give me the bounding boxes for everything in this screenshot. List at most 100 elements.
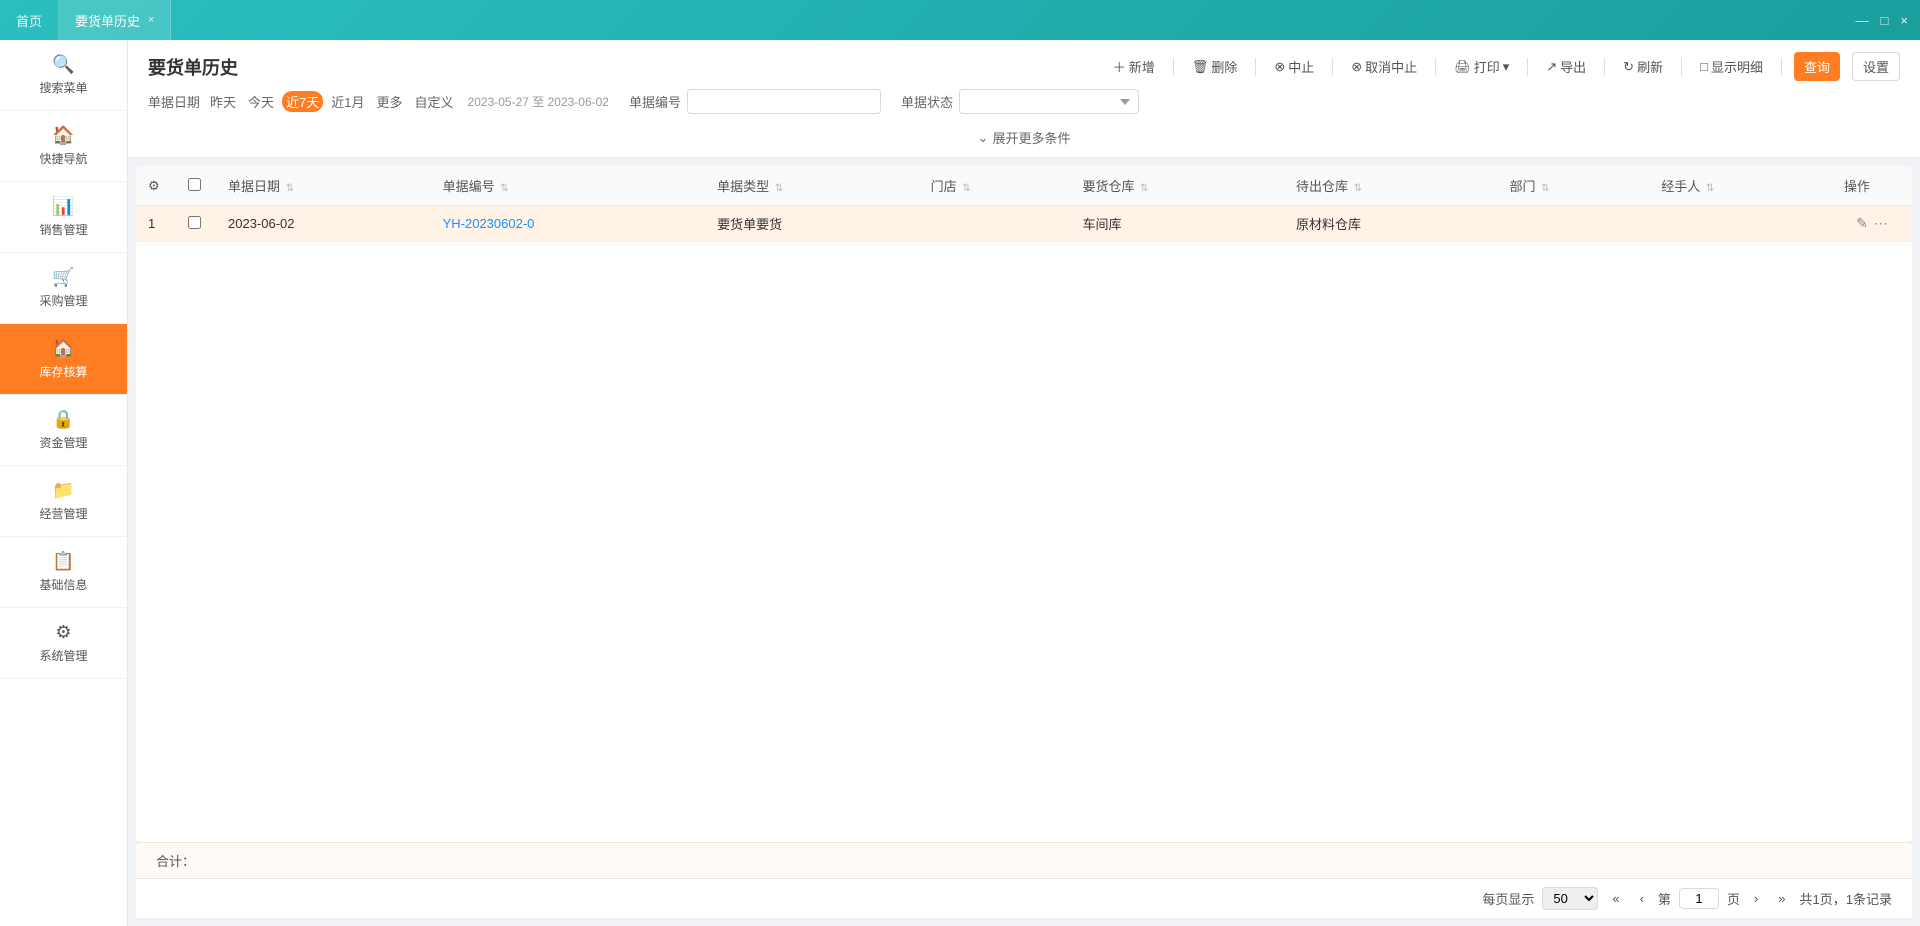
- inventory-icon: 🏠: [52, 338, 74, 359]
- column-number: 单据编号 ⇅: [431, 166, 706, 206]
- sidebar-item-sales-label: 销售管理: [39, 221, 87, 238]
- sidebar-item-search-menu[interactable]: 🔍 搜索菜单: [0, 40, 127, 111]
- sidebar-item-basic-info[interactable]: 📋 基础信息: [0, 537, 127, 608]
- page-size-select[interactable]: 50 100 200: [1542, 887, 1598, 910]
- sidebar-item-purchase[interactable]: 🛒 采购管理: [0, 253, 127, 324]
- show-detail-button[interactable]: □ 显示明细: [1694, 53, 1769, 80]
- row-store: [919, 206, 1071, 242]
- divider-2: [1255, 58, 1256, 76]
- first-page-btn[interactable]: «: [1606, 889, 1625, 908]
- tab-requisition-history[interactable]: 要货单历史 ×: [59, 0, 171, 40]
- window-minimize-btn[interactable]: —: [1856, 13, 1869, 28]
- search-menu-icon: 🔍: [52, 54, 74, 75]
- summary-label: 合计：: [156, 851, 195, 870]
- column-type: 单据类型 ⇅: [705, 166, 918, 206]
- last7days-shortcut[interactable]: 近7天: [282, 91, 323, 112]
- edit-action-icon[interactable]: ✎: [1856, 215, 1868, 232]
- sidebar-item-system[interactable]: ⚙ 系统管理: [0, 608, 127, 679]
- top-bar-tabs: 首页 要货单历史 ×: [0, 0, 1856, 40]
- prev-page-btn[interactable]: ‹: [1634, 889, 1650, 908]
- page-goto-label: 第: [1658, 889, 1671, 908]
- tab-requisition-history-label: 要货单历史: [75, 11, 140, 30]
- last-page-btn[interactable]: »: [1772, 889, 1791, 908]
- delete-label: 删除: [1211, 57, 1237, 76]
- date-filter-group: 单据日期 昨天 今天 近7天 近1月 更多 自定义 2023-05-27 至 2…: [148, 91, 609, 112]
- filter-area: 单据日期 昨天 今天 近7天 近1月 更多 自定义 2023-05-27 至 2…: [148, 89, 1900, 157]
- cancel-suspend-button[interactable]: ⊗ 取消中止: [1345, 53, 1423, 80]
- expand-more-btn[interactable]: ⌄ 展开更多条件: [148, 124, 1900, 157]
- tab-close-icon[interactable]: ×: [148, 14, 154, 26]
- window-maximize-btn[interactable]: □: [1881, 13, 1889, 28]
- sort-req-warehouse-icon[interactable]: ⇅: [1140, 183, 1148, 194]
- row-date: 2023-06-02: [216, 206, 431, 242]
- show-detail-checkbox: □: [1700, 59, 1708, 74]
- page-number-input[interactable]: [1679, 888, 1719, 909]
- page-title: 要货单历史: [148, 54, 238, 80]
- sidebar-item-quick-nav[interactable]: 🏠 快捷导航: [0, 111, 127, 182]
- sort-type-icon[interactable]: ⇅: [775, 183, 783, 194]
- sidebar-item-operations-label: 经营管理: [39, 505, 87, 522]
- sidebar-item-inventory[interactable]: 🏠 库存核算: [0, 324, 127, 395]
- export-label: 导出: [1560, 57, 1586, 76]
- more-shortcut[interactable]: 更多: [373, 91, 407, 112]
- page-header: 要货单历史 ＋ 新增 🗑 删除 ⊗ 中止: [128, 40, 1920, 158]
- tab-home[interactable]: 首页: [0, 0, 59, 40]
- sort-date-icon[interactable]: ⇅: [286, 183, 294, 194]
- new-label: 新增: [1129, 57, 1155, 76]
- divider-5: [1527, 58, 1528, 76]
- print-dropdown-icon: ▾: [1503, 59, 1510, 75]
- sort-store-icon[interactable]: ⇅: [962, 183, 970, 194]
- row-req-warehouse: 车间库: [1070, 206, 1283, 242]
- expand-more-label: 展开更多条件: [992, 128, 1070, 147]
- sort-number-icon[interactable]: ⇅: [500, 183, 508, 194]
- new-button[interactable]: ＋ 新增: [1107, 53, 1161, 80]
- refresh-button[interactable]: ↻ 刷新: [1617, 53, 1669, 80]
- column-checkbox: [176, 166, 216, 206]
- today-shortcut[interactable]: 今天: [244, 91, 278, 112]
- window-close-btn[interactable]: ×: [1900, 13, 1908, 28]
- next-page-btn[interactable]: ›: [1748, 889, 1764, 908]
- doc-number-input[interactable]: [687, 89, 881, 114]
- sort-handler-icon[interactable]: ⇅: [1706, 183, 1714, 194]
- yesterday-shortcut[interactable]: 昨天: [206, 91, 240, 112]
- row-checkbox: [176, 206, 216, 242]
- column-pending-warehouse: 待出仓库 ⇅: [1284, 166, 1497, 206]
- row-type: 要货单要货: [705, 206, 918, 242]
- query-button[interactable]: 查询: [1794, 52, 1840, 81]
- settings-button[interactable]: 设置: [1852, 52, 1900, 81]
- sidebar-item-sales[interactable]: 📊 销售管理: [0, 182, 127, 253]
- cancel-suspend-label: 取消中止: [1365, 57, 1417, 76]
- sort-department-icon[interactable]: ⇅: [1541, 183, 1549, 194]
- doc-status-label: 单据状态: [901, 92, 953, 111]
- column-handler: 经手人 ⇅: [1649, 166, 1832, 206]
- export-button[interactable]: ↗ 导出: [1540, 53, 1592, 80]
- print-button[interactable]: 🖨 打印 ▾: [1448, 53, 1515, 80]
- last1month-shortcut[interactable]: 近1月: [327, 91, 368, 112]
- tab-home-label: 首页: [16, 11, 42, 30]
- total-info: 共1页，1条记录: [1800, 889, 1892, 908]
- sort-pending-warehouse-icon[interactable]: ⇅: [1354, 183, 1362, 194]
- sidebar-item-operations[interactable]: 📁 经营管理: [0, 466, 127, 537]
- divider-7: [1681, 58, 1682, 76]
- column-department: 部门 ⇅: [1497, 166, 1649, 206]
- action-icons: ✎ ⋯: [1844, 215, 1900, 232]
- new-icon: ＋: [1113, 57, 1126, 76]
- custom-shortcut[interactable]: 自定义: [411, 91, 458, 112]
- select-all-checkbox[interactable]: [188, 178, 201, 191]
- date-filter-label: 单据日期: [148, 92, 200, 111]
- row-select-checkbox[interactable]: [188, 216, 201, 229]
- suspend-icon: ⊗: [1274, 59, 1285, 75]
- delete-button[interactable]: 🗑 删除: [1186, 53, 1244, 80]
- sidebar-item-finance[interactable]: 🔒 资金管理: [0, 395, 127, 466]
- row-rownum: 1: [136, 206, 176, 242]
- suspend-button[interactable]: ⊗ 中止: [1268, 53, 1320, 80]
- divider-4: [1435, 58, 1436, 76]
- suspend-label: 中止: [1288, 57, 1314, 76]
- row-number-link[interactable]: YH-20230602-0: [443, 216, 535, 231]
- column-settings[interactable]: ⚙: [136, 166, 176, 206]
- more-action-icon[interactable]: ⋯: [1874, 215, 1888, 232]
- sales-icon: 📊: [52, 196, 74, 217]
- sidebar-item-system-label: 系统管理: [39, 647, 87, 664]
- doc-status-select[interactable]: [959, 89, 1139, 114]
- operations-icon: 📁: [52, 480, 74, 501]
